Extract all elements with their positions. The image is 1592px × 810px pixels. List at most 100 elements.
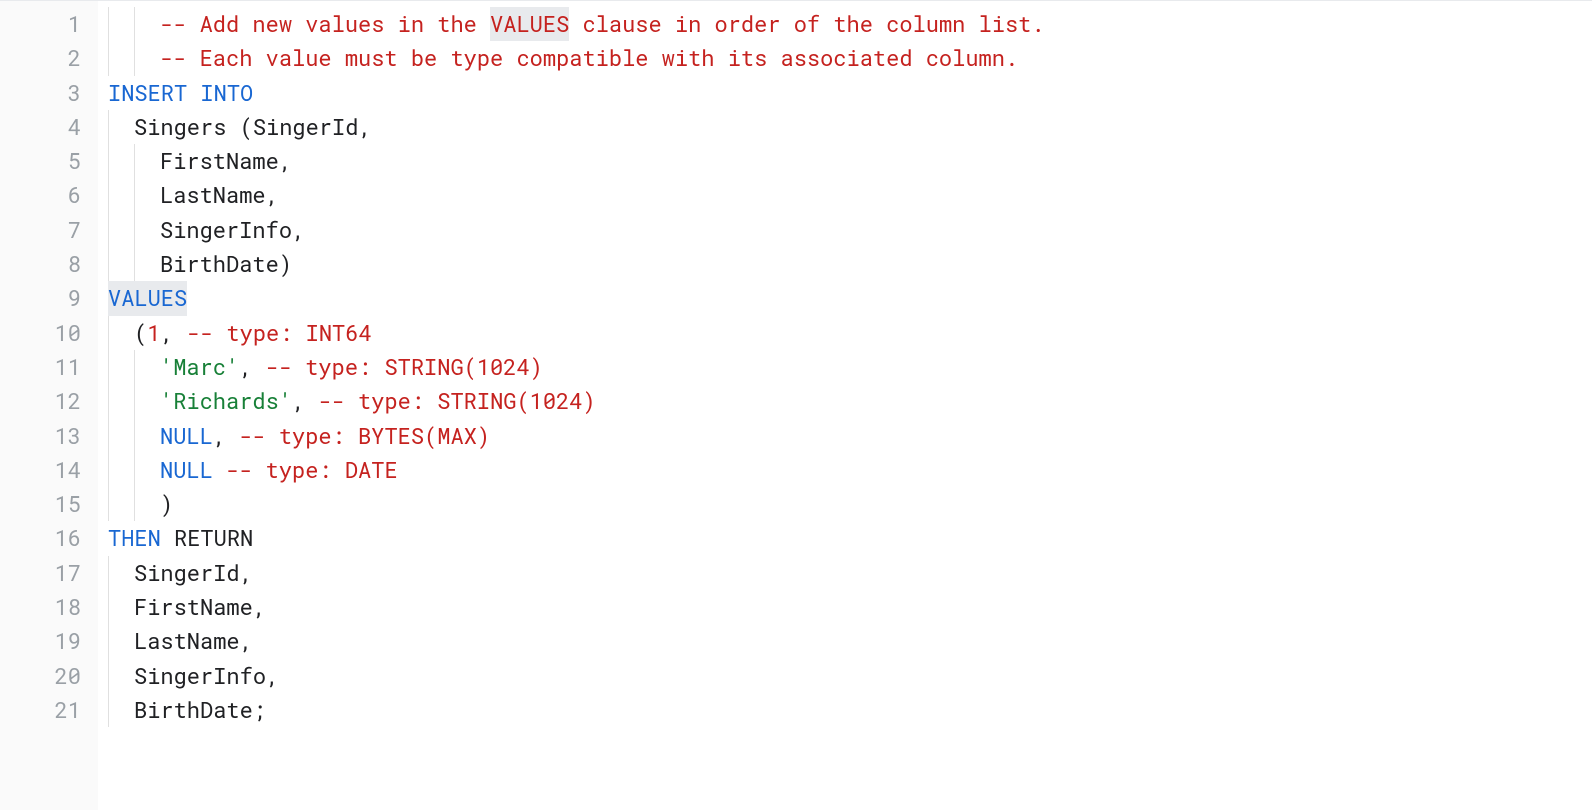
code-token: )	[279, 247, 292, 281]
code-token: NULL	[160, 419, 213, 453]
code-token: )	[160, 487, 173, 521]
line-number: 6	[0, 178, 97, 212]
code-token: -- Add new values in the	[160, 7, 490, 41]
code-token: (	[134, 316, 147, 350]
code-editor[interactable]: 123456789101112131415161718192021 -- Add…	[0, 1, 1592, 810]
code-token	[213, 453, 226, 487]
code-token: FirstName	[160, 144, 279, 178]
code-token: ,	[358, 110, 371, 144]
indent-guide	[108, 659, 109, 693]
indent-guide	[134, 453, 135, 487]
code-token: VALUES	[108, 281, 187, 315]
code-line[interactable]: THEN RETURN	[108, 521, 1592, 555]
code-token: ,	[213, 419, 239, 453]
code-token: -- type: BYTES(MAX)	[239, 419, 490, 453]
line-number: 14	[0, 453, 97, 487]
code-token: SingerId	[134, 556, 240, 590]
code-line[interactable]: LastName,	[108, 178, 1592, 212]
indent-guide	[108, 453, 109, 487]
code-token: LastName	[134, 624, 240, 658]
line-number: 20	[0, 659, 97, 693]
code-line[interactable]: FirstName,	[108, 144, 1592, 178]
code-line[interactable]: Singers (SingerId,	[108, 110, 1592, 144]
indent-guide	[108, 178, 109, 212]
code-token: ,	[279, 144, 292, 178]
code-line[interactable]: NULL, -- type: BYTES(MAX)	[108, 419, 1592, 453]
code-token: ,	[239, 350, 265, 384]
code-token: clause in order of the column list.	[569, 7, 1044, 41]
code-token: 'Richards'	[160, 384, 292, 418]
code-line[interactable]: INSERT INTO	[108, 76, 1592, 110]
code-token: RETURN	[161, 521, 253, 555]
code-line[interactable]: -- Each value must be type compatible wi…	[108, 41, 1592, 75]
line-number: 3	[0, 76, 97, 110]
code-line[interactable]: BirthDate;	[108, 693, 1592, 727]
indent-guide	[134, 7, 135, 41]
indent-guide	[134, 144, 135, 178]
indent-guide	[108, 41, 109, 75]
code-token: BirthDate	[134, 693, 253, 727]
code-line[interactable]: FirstName,	[108, 590, 1592, 624]
code-token: ,	[266, 659, 279, 693]
indent-guide	[108, 316, 109, 350]
code-line[interactable]: )	[108, 487, 1592, 521]
code-line[interactable]: -- Add new values in the VALUES clause i…	[108, 7, 1592, 41]
indent-guide	[134, 419, 135, 453]
line-number: 10	[0, 316, 97, 350]
code-token: ,	[266, 178, 279, 212]
code-token: (	[240, 110, 253, 144]
code-line[interactable]: (1, -- type: INT64	[108, 316, 1592, 350]
code-token: VALUES	[490, 7, 569, 41]
indent-guide	[134, 350, 135, 384]
line-number: 12	[0, 384, 97, 418]
code-line[interactable]: SingerId,	[108, 556, 1592, 590]
code-line[interactable]: 'Marc', -- type: STRING(1024)	[108, 350, 1592, 384]
indent-guide	[108, 556, 109, 590]
code-line[interactable]: LastName,	[108, 624, 1592, 658]
indent-guide	[108, 144, 109, 178]
line-number: 9	[0, 281, 97, 315]
indent-guide	[134, 213, 135, 247]
code-token: -- type: DATE	[226, 453, 398, 487]
code-token: NULL	[160, 453, 213, 487]
code-token: -- type: STRING(1024)	[318, 384, 595, 418]
code-token: ,	[292, 384, 318, 418]
line-number: 11	[0, 350, 97, 384]
code-token: INSERT INTO	[108, 76, 253, 110]
code-area[interactable]: -- Add new values in the VALUES clause i…	[98, 1, 1592, 810]
code-token: SingerId	[253, 110, 359, 144]
indent-guide	[108, 7, 109, 41]
line-number: 18	[0, 590, 97, 624]
indent-guide	[108, 419, 109, 453]
line-number-gutter: 123456789101112131415161718192021	[0, 1, 98, 810]
line-number: 7	[0, 213, 97, 247]
code-line[interactable]: VALUES	[108, 281, 1592, 315]
indent-guide	[108, 110, 109, 144]
line-number: 21	[0, 693, 97, 727]
code-token: FirstName	[134, 590, 253, 624]
indent-guide	[108, 487, 109, 521]
code-token: ,	[292, 213, 305, 247]
code-line[interactable]: SingerInfo,	[108, 659, 1592, 693]
indent-guide	[108, 384, 109, 418]
line-number: 5	[0, 144, 97, 178]
indent-guide	[134, 178, 135, 212]
code-line[interactable]: BirthDate)	[108, 247, 1592, 281]
code-line[interactable]: NULL -- type: DATE	[108, 453, 1592, 487]
code-token: THEN	[108, 521, 161, 555]
code-token: ,	[253, 590, 266, 624]
code-token: ,	[240, 624, 253, 658]
indent-guide	[134, 384, 135, 418]
code-line[interactable]: SingerInfo,	[108, 213, 1592, 247]
line-number: 2	[0, 41, 97, 75]
indent-guide	[108, 247, 109, 281]
indent-guide	[108, 693, 109, 727]
code-token: 1	[147, 316, 160, 350]
code-token: ;	[253, 693, 266, 727]
code-line[interactable]: 'Richards', -- type: STRING(1024)	[108, 384, 1592, 418]
code-token: ,	[160, 316, 186, 350]
code-token: ,	[240, 556, 253, 590]
line-number: 1	[0, 7, 97, 41]
indent-guide	[134, 247, 135, 281]
line-number: 13	[0, 419, 97, 453]
